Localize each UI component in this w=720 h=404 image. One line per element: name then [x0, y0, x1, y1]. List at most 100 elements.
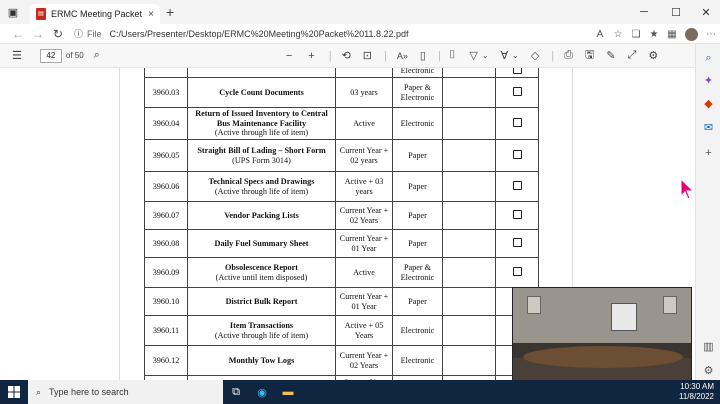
- cell-retention: Active: [335, 257, 393, 288]
- system-clock[interactable]: 10:30 AM 11/8/2022: [679, 382, 714, 402]
- cell-checkbox: [495, 107, 539, 140]
- search-icon: ⌕: [36, 386, 42, 397]
- cell-title: Vendor Packing Lists: [187, 201, 336, 230]
- checkbox[interactable]: [512, 68, 522, 74]
- page-view-icon[interactable]: ▯: [420, 49, 426, 62]
- draw-dropdown-icon[interactable]: ⌄: [512, 51, 519, 60]
- save-icon[interactable]: 🖫: [585, 46, 594, 65]
- checkbox[interactable]: [512, 180, 522, 190]
- divider: |: [437, 49, 441, 62]
- table-row: Electronic: [144, 68, 539, 78]
- find-icon[interactable]: ⌕: [94, 49, 100, 62]
- video-table: [523, 346, 683, 368]
- cell-checkbox: [495, 68, 539, 78]
- erase-icon[interactable]: ◇: [531, 49, 539, 62]
- contents-icon[interactable]: ☰: [12, 49, 22, 62]
- highlight-icon[interactable]: ▽: [469, 49, 477, 62]
- checkbox[interactable]: [512, 117, 522, 127]
- text-icon[interactable]: ⌷: [449, 49, 456, 62]
- pdf-page: Electronic 3960.03 Cycle Count Documents 03…: [119, 68, 573, 380]
- rotate-icon[interactable]: ⟲: [342, 49, 351, 62]
- highlight-dropdown-icon[interactable]: ⌄: [482, 51, 489, 60]
- divider: |: [328, 49, 332, 62]
- cell-code: 3960.09: [144, 257, 188, 288]
- cell-format: Electronic: [392, 345, 443, 376]
- maximize-button[interactable]: ☐: [660, 0, 692, 24]
- record-subtitle: (Active through life of item): [214, 186, 309, 196]
- outlook-icon[interactable]: ✉: [702, 121, 715, 134]
- sidebar-settings-icon[interactable]: ⚙: [702, 364, 715, 377]
- cell-title: Obsolescence Report (Active until item di…: [187, 257, 336, 288]
- new-tab-button[interactable]: +: [166, 4, 174, 20]
- fit-page-icon[interactable]: ⊡: [363, 49, 372, 62]
- browser-tab[interactable]: ▤ ERMC Meeting Packet 11.8.22.pdf ×: [30, 4, 160, 24]
- record-subtitle: (Active until item disposed): [215, 272, 308, 282]
- checkbox[interactable]: [512, 149, 522, 159]
- page-number-input[interactable]: 42: [39, 48, 62, 63]
- save-as-icon[interactable]: ✎: [606, 49, 615, 62]
- forward-icon[interactable]: →: [28, 27, 48, 41]
- cell-title: [187, 68, 336, 78]
- draw-icon[interactable]: ∀: [501, 49, 509, 62]
- refresh-icon[interactable]: ↻: [48, 27, 68, 41]
- record-title: Cycle Count Documents: [219, 87, 304, 97]
- search-icon[interactable]: ⌕: [702, 52, 715, 65]
- favorite-icon[interactable]: ☆: [609, 29, 627, 40]
- window-menu-icon[interactable]: ▣: [0, 0, 26, 24]
- settings-icon[interactable]: ⚙: [648, 49, 658, 62]
- zoom-out-icon[interactable]: −: [286, 50, 292, 62]
- checkbox[interactable]: [512, 209, 522, 219]
- table-row: 3960.10 District Bulk Report Current Year …: [144, 287, 539, 316]
- task-view-icon[interactable]: ⧉: [223, 380, 249, 404]
- edge-icon[interactable]: ◉: [249, 380, 275, 404]
- print-icon[interactable]: ⎙: [564, 49, 573, 62]
- record-title: Technical Specs and Drawings: [208, 177, 315, 187]
- more-menu-icon[interactable]: ⋯: [702, 29, 720, 40]
- cell-checkbox: [495, 139, 539, 172]
- collections-icon[interactable]: ❏: [627, 29, 645, 40]
- cell-code: 3960.08: [144, 229, 188, 258]
- discover-icon[interactable]: ✦: [702, 74, 715, 87]
- office-icon[interactable]: ◆: [702, 97, 715, 110]
- sidebar-layout-icon[interactable]: ▥: [702, 340, 715, 353]
- cell-code: [144, 68, 188, 78]
- cell-format: Paper: [392, 139, 443, 172]
- minimize-button[interactable]: ─: [628, 0, 660, 24]
- info-icon: ⓘ: [74, 29, 84, 39]
- file-explorer-icon[interactable]: ▬: [275, 380, 301, 404]
- cell-retention: Active + 05 Years: [335, 315, 393, 346]
- profile-avatar[interactable]: [685, 27, 698, 41]
- taskbar-search[interactable]: ⌕ Type here to search: [28, 380, 223, 404]
- checkbox[interactable]: [512, 237, 522, 247]
- collections-list-icon[interactable]: ▦: [663, 29, 681, 40]
- start-button[interactable]: [0, 380, 28, 404]
- cell-code: 3960.10: [144, 287, 188, 316]
- cell-format: Paper: [392, 229, 443, 258]
- address-bar: ← → ↻ ⓘ File C:/Users/Presenter/Desktop/…: [0, 24, 720, 44]
- checkbox[interactable]: [512, 266, 522, 276]
- read-aloud-icon[interactable]: A: [591, 29, 609, 40]
- cell-code: 3960.11: [144, 315, 188, 346]
- tab-close-icon[interactable]: ×: [148, 9, 154, 20]
- fullscreen-icon[interactable]: ⤢: [628, 49, 637, 62]
- cell-code: 3960.06: [144, 171, 188, 202]
- back-icon[interactable]: ←: [8, 27, 28, 41]
- pdf-file-icon: ▤: [36, 8, 46, 20]
- url-field[interactable]: ⓘ File C:/Users/Presenter/Desktop/ERMC%2…: [74, 25, 409, 43]
- add-icon[interactable]: +: [702, 146, 715, 159]
- close-window-button[interactable]: ✕: [690, 0, 720, 24]
- zoom-in-icon[interactable]: +: [308, 50, 314, 62]
- cell-format: Electronic: [392, 107, 443, 140]
- cell-format: Electronic: [392, 315, 443, 346]
- read-aloud-pdf-icon[interactable]: A»: [397, 51, 408, 61]
- table-row: 3960.04 Return of Issued Inventory to Cen…: [144, 107, 539, 140]
- favorites-bar-icon[interactable]: ★: [645, 29, 663, 40]
- cell-code: 3960.04: [144, 107, 188, 140]
- address-scheme-label: File: [87, 28, 102, 39]
- title-bar: ▣ ▤ ERMC Meeting Packet 11.8.22.pdf × + …: [0, 0, 720, 24]
- record-subtitle: (Active through life of item): [214, 330, 309, 340]
- record-title: Vendor Packing Lists: [224, 210, 299, 220]
- cell-checkbox: [495, 201, 539, 230]
- mouse-cursor-icon: [680, 178, 694, 200]
- checkbox[interactable]: [512, 86, 522, 96]
